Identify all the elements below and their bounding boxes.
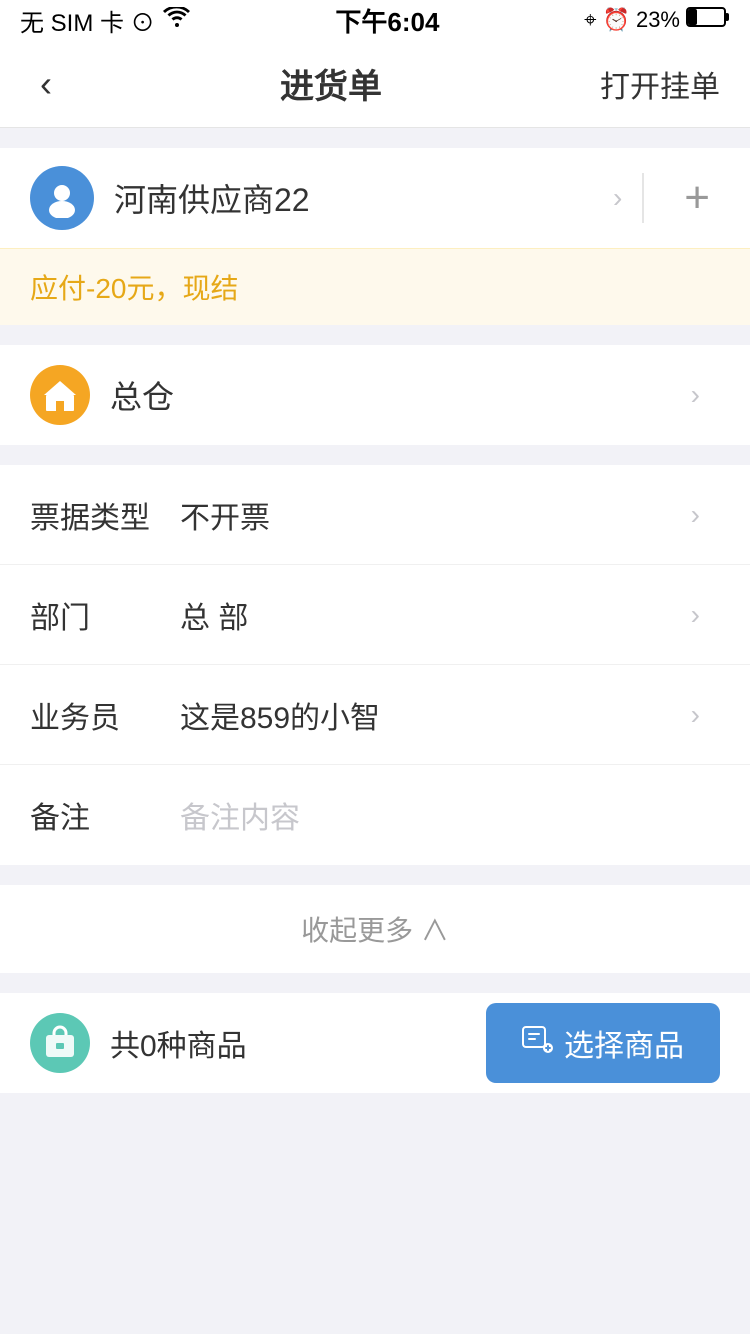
supplier-chevron-icon: › xyxy=(613,182,622,214)
form-section: 票据类型 不开票 › 部门 总 部 › 业务员 这是859的小智 › 备注 备注… xyxy=(0,465,750,865)
salesperson-chevron-icon: › xyxy=(691,699,700,731)
status-bar: 无 SIM 卡 ⊙ 下午6:04 ⌖ ⏰ 23% xyxy=(0,0,750,40)
remark-label: 备注 xyxy=(30,793,180,837)
status-right: ⌖ ⏰ 23% xyxy=(584,6,730,34)
select-product-button[interactable]: 选择商品 xyxy=(486,1003,720,1083)
invoice-type-chevron-icon: › xyxy=(691,499,700,531)
product-count-label: 共0种商品 xyxy=(110,1021,486,1065)
location-icon: ⌖ xyxy=(584,7,596,33)
warehouse-name: 总仓 xyxy=(110,372,691,418)
battery-icon xyxy=(686,6,730,34)
open-pending-button[interactable]: 打开挂单 xyxy=(600,62,720,106)
warehouse-icon xyxy=(30,365,90,425)
supplier-row[interactable]: 河南供应商22 › + xyxy=(0,148,750,248)
invoice-type-label: 票据类型 xyxy=(30,493,180,537)
supplier-section: 河南供应商22 › + 应付-20元，现结 xyxy=(0,148,750,325)
invoice-type-value: 不开票 xyxy=(180,493,691,537)
remark-input[interactable]: 备注内容 xyxy=(180,793,720,837)
collapse-button[interactable]: 收起更多 ∧ xyxy=(0,885,750,973)
section-gap-1 xyxy=(0,128,750,148)
battery-label: 23% xyxy=(636,7,680,33)
department-row[interactable]: 部门 总 部 › xyxy=(0,565,750,665)
alarm-icon: ⏰ xyxy=(603,7,630,33)
sim-label: 无 SIM 卡 ⊙ xyxy=(20,3,155,38)
status-time: 下午6:04 xyxy=(335,2,439,39)
page-title: 进货单 xyxy=(280,59,382,108)
salesperson-label: 业务员 xyxy=(30,693,180,737)
status-left: 无 SIM 卡 ⊙ xyxy=(20,3,191,38)
department-chevron-icon: › xyxy=(691,599,700,631)
notice-banner: 应付-20元，现结 xyxy=(0,248,750,325)
warehouse-chevron-icon: › xyxy=(691,379,700,411)
nav-bar: ‹ 进货单 打开挂单 xyxy=(0,40,750,128)
bottom-bar: 共0种商品 选择商品 xyxy=(0,993,750,1093)
add-supplier-button[interactable]: + xyxy=(674,173,720,223)
supplier-name: 河南供应商22 xyxy=(114,175,613,221)
wifi-icon xyxy=(163,6,191,34)
invoice-type-row[interactable]: 票据类型 不开票 › xyxy=(0,465,750,565)
salesperson-row[interactable]: 业务员 这是859的小智 › xyxy=(0,665,750,765)
select-product-icon xyxy=(522,1026,554,1061)
warehouse-row[interactable]: 总仓 › xyxy=(0,345,750,445)
select-product-label: 选择商品 xyxy=(564,1021,684,1065)
supplier-avatar xyxy=(30,166,94,230)
product-icon xyxy=(30,1013,90,1073)
remark-row[interactable]: 备注 备注内容 xyxy=(0,765,750,865)
back-button[interactable]: ‹ xyxy=(30,53,62,115)
supplier-divider xyxy=(642,173,644,223)
department-value: 总 部 xyxy=(180,593,691,637)
department-label: 部门 xyxy=(30,593,180,637)
salesperson-value: 这是859的小智 xyxy=(180,693,691,737)
